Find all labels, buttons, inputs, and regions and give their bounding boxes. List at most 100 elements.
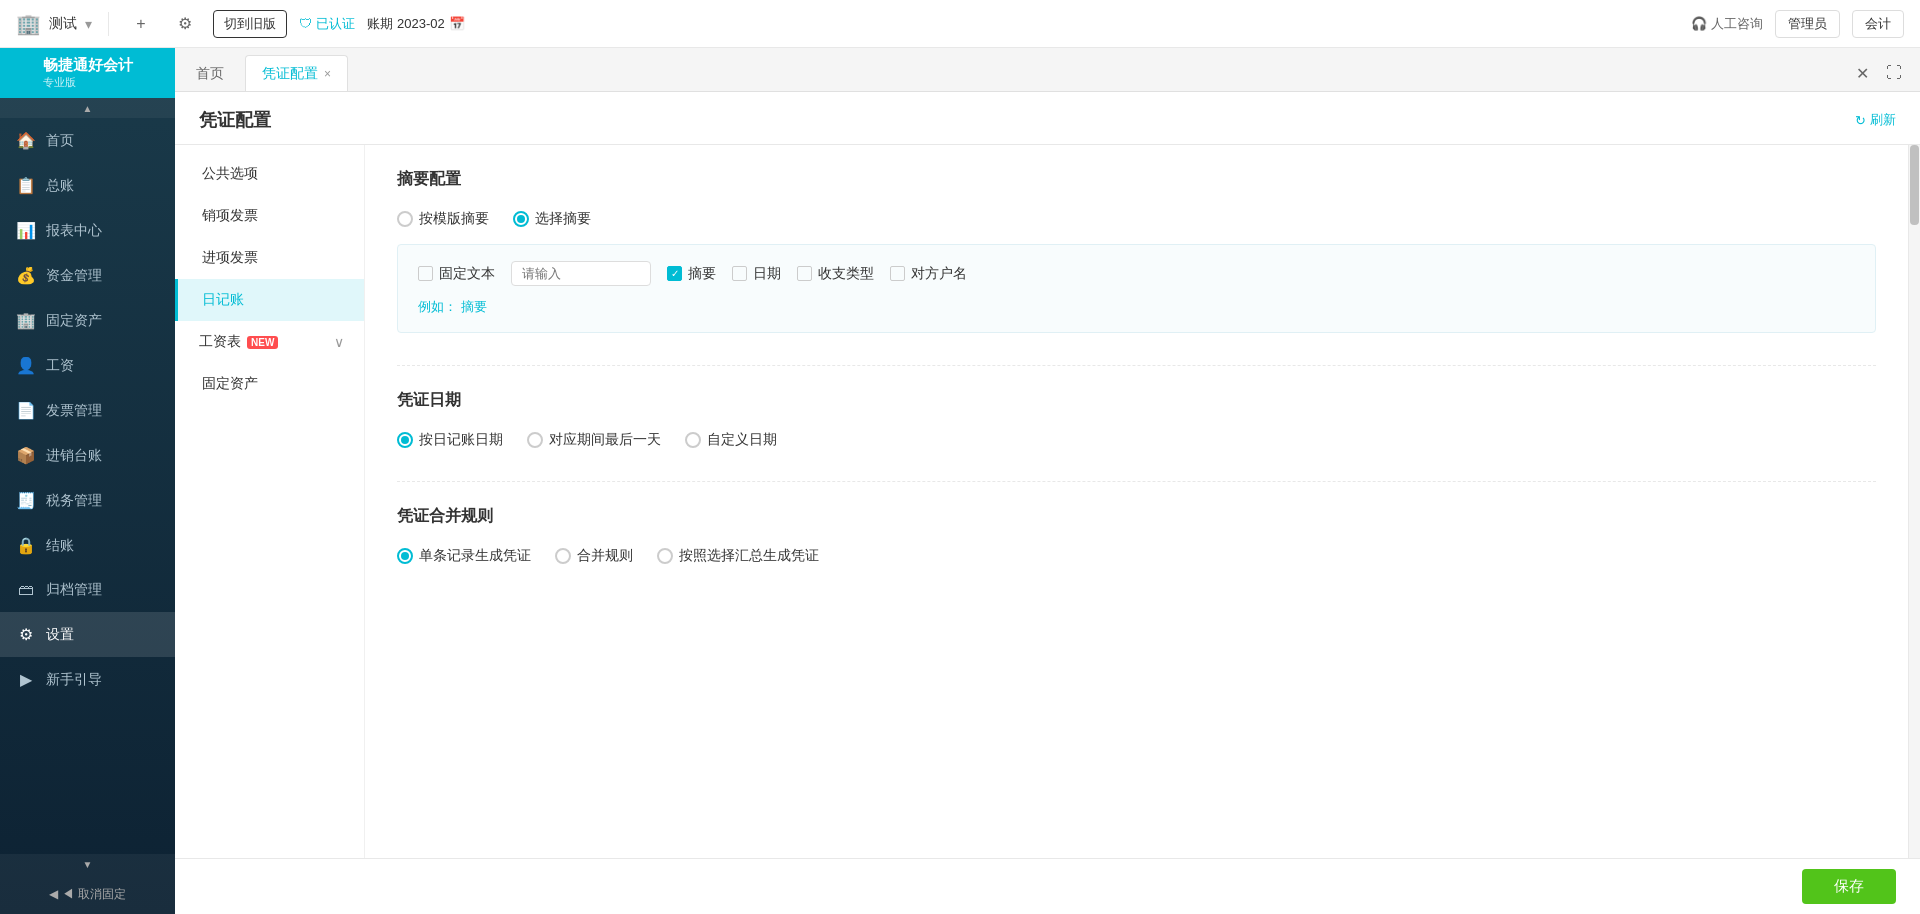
sidebar-item-ledger[interactable]: 📋 总账 [0, 163, 175, 208]
sidebar-item-invoice[interactable]: 📄 发票管理 [0, 388, 175, 433]
sidebar-scroll-down[interactable]: ▼ [0, 854, 175, 874]
sidebar-item-close[interactable]: 🔒 结账 [0, 523, 175, 568]
checkbox-fixed-text[interactable]: 固定文本 [418, 265, 495, 283]
tab-voucher-config[interactable]: 凭证配置 × [245, 55, 348, 91]
sidebar-item-label: 报表中心 [46, 222, 102, 240]
divider-2 [397, 481, 1876, 482]
left-nav-sales-invoice[interactable]: 销项发票 [175, 195, 364, 237]
left-nav-fixed-assets[interactable]: 固定资产 [175, 363, 364, 405]
sidebar-nav: 🏠 首页 📋 总账 📊 报表中心 💰 资金管理 🏢 固定资产 👤 工资 [0, 118, 175, 854]
sidebar-item-tax[interactable]: 🧾 税务管理 [0, 478, 175, 523]
calendar-icon[interactable]: 📅 [449, 16, 465, 31]
sidebar-item-home[interactable]: 🏠 首页 [0, 118, 175, 163]
left-nav-payroll-table[interactable]: 工资表 NEW ∨ [175, 321, 364, 363]
settings-icon-button[interactable]: ⚙ [169, 8, 201, 40]
radio-circle-by-select [657, 548, 673, 564]
checkbox-date[interactable]: 日期 [732, 265, 781, 283]
sidebar-item-reports[interactable]: 📊 报表中心 [0, 208, 175, 253]
radio-template-summary[interactable]: 按模版摘要 [397, 210, 489, 228]
sidebar-item-label: 工资 [46, 357, 74, 375]
admin-button[interactable]: 管理员 [1775, 10, 1840, 38]
sidebar-item-guide[interactable]: ▶ 新手引导 [0, 657, 175, 702]
sidebar-item-fund[interactable]: 💰 资金管理 [0, 253, 175, 298]
radio-by-journal-date[interactable]: 按日记账日期 [397, 431, 503, 449]
radio-merge-rule[interactable]: 合并规则 [555, 547, 633, 565]
radio-circle-template [397, 211, 413, 227]
sidebar-item-label: 首页 [46, 132, 74, 150]
summary-options-box: 固定文本 ✓ 摘要 日期 [397, 244, 1876, 333]
scroll-thumb[interactable] [1910, 145, 1919, 225]
sidebar-item-assets[interactable]: 🏢 固定资产 [0, 298, 175, 343]
cancel-fixed-button[interactable]: ◀ ◀ 取消固定 [0, 874, 175, 914]
radio-circle-last-day [527, 432, 543, 448]
assets-icon: 🏢 [16, 311, 36, 330]
ledger-icon: 📋 [16, 176, 36, 195]
voucher-merge-radio-group: 单条记录生成凭证 合并规则 按照选择汇总生成凭证 [397, 547, 1876, 565]
company-selector[interactable]: 🏢 测试 ▾ [16, 12, 92, 36]
checkbox-counterpart[interactable]: 对方户名 [890, 265, 967, 283]
sidebar-item-label: 归档管理 [46, 581, 102, 599]
logo-text: 畅捷通好会计 [43, 56, 133, 75]
save-bar: 保存 [175, 858, 1920, 914]
radio-by-select-summary[interactable]: 按照选择汇总生成凭证 [657, 547, 819, 565]
fixed-text-input[interactable] [511, 261, 651, 286]
cancel-fixed-icon: ◀ [49, 887, 58, 901]
page-header: 凭证配置 ↻ 刷新 [175, 92, 1920, 145]
refresh-icon: ↻ [1855, 113, 1866, 128]
scroll-track [1909, 145, 1920, 858]
shield-icon: 🛡 [299, 16, 312, 31]
main-panel: 摘要配置 按模版摘要 选择摘要 [365, 145, 1908, 858]
checkbox-income-type[interactable]: 收支类型 [797, 265, 874, 283]
checkbox-box-date [732, 266, 747, 281]
logo-sub: 专业版 [43, 75, 133, 90]
sidebar: 畅捷通好会计 专业版 ▲ 🏠 首页 📋 总账 📊 报表中心 💰 资金管理 [0, 48, 175, 914]
add-button[interactable]: + [125, 8, 157, 40]
example-text: 例如： 摘要 [418, 298, 1855, 316]
radio-circle-journal [397, 432, 413, 448]
service-button[interactable]: 🎧 人工咨询 [1691, 15, 1763, 33]
old-version-button[interactable]: 切到旧版 [213, 10, 287, 38]
sidebar-scroll-up[interactable]: ▲ [0, 98, 175, 118]
left-nav-public[interactable]: 公共选项 [175, 153, 364, 195]
accountant-button[interactable]: 会计 [1852, 10, 1904, 38]
chevron-down-icon[interactable]: ▾ [85, 16, 92, 32]
sidebar-item-label: 新手引导 [46, 671, 102, 689]
sidebar-item-sales[interactable]: 📦 进销台账 [0, 433, 175, 478]
sidebar-item-label: 固定资产 [46, 312, 102, 330]
sidebar-item-label: 资金管理 [46, 267, 102, 285]
sidebar-item-label: 税务管理 [46, 492, 102, 510]
tab-expand-button[interactable]: ⛶ [1880, 59, 1908, 87]
settings-icon: ⚙ [16, 625, 36, 644]
radio-custom-date[interactable]: 自定义日期 [685, 431, 777, 449]
left-nav-journal[interactable]: 日记账 [175, 279, 364, 321]
summary-config-title: 摘要配置 [397, 169, 1876, 190]
tab-close-icon[interactable]: × [324, 67, 331, 81]
checkbox-summary[interactable]: ✓ 摘要 [667, 265, 716, 283]
headset-icon: 🎧 [1691, 16, 1707, 31]
sidebar-item-settings[interactable]: ⚙ 设置 [0, 612, 175, 657]
tab-home[interactable]: 首页 [179, 55, 241, 91]
radio-last-day[interactable]: 对应期间最后一天 [527, 431, 661, 449]
period-display: 账期 2023-02 📅 [367, 15, 465, 33]
main-layout: 畅捷通好会计 专业版 ▲ 🏠 首页 📋 总账 📊 报表中心 💰 资金管理 [0, 48, 1920, 914]
left-nav-purchase-invoice[interactable]: 进项发票 [175, 237, 364, 279]
voucher-date-section: 凭证日期 按日记账日期 对应期间最后一天 [397, 390, 1876, 449]
tax-icon: 🧾 [16, 491, 36, 510]
body-layout: 公共选项 销项发票 进项发票 日记账 工资表 NEW [175, 145, 1908, 858]
checkbox-box-counterpart [890, 266, 905, 281]
chevron-right-icon: ∨ [334, 334, 344, 350]
checkbox-box-fixed [418, 266, 433, 281]
tab-bar: 首页 凭证配置 × ✕ ⛶ [175, 48, 1920, 92]
radio-single-record[interactable]: 单条记录生成凭证 [397, 547, 531, 565]
sidebar-item-archive[interactable]: 🗃 归档管理 [0, 568, 175, 612]
fund-icon: 💰 [16, 266, 36, 285]
right-scrollbar[interactable] [1908, 145, 1920, 858]
radio-circle-merge [555, 548, 571, 564]
refresh-button[interactable]: ↻ 刷新 [1855, 111, 1896, 129]
sidebar-item-payroll[interactable]: 👤 工资 [0, 343, 175, 388]
save-button[interactable]: 保存 [1802, 869, 1896, 904]
tab-close-button[interactable]: ✕ [1848, 59, 1876, 87]
content-area: 首页 凭证配置 × ✕ ⛶ 凭证配置 ↻ 刷新 [175, 48, 1920, 914]
summary-config-section: 摘要配置 按模版摘要 选择摘要 [397, 169, 1876, 333]
radio-select-summary[interactable]: 选择摘要 [513, 210, 591, 228]
